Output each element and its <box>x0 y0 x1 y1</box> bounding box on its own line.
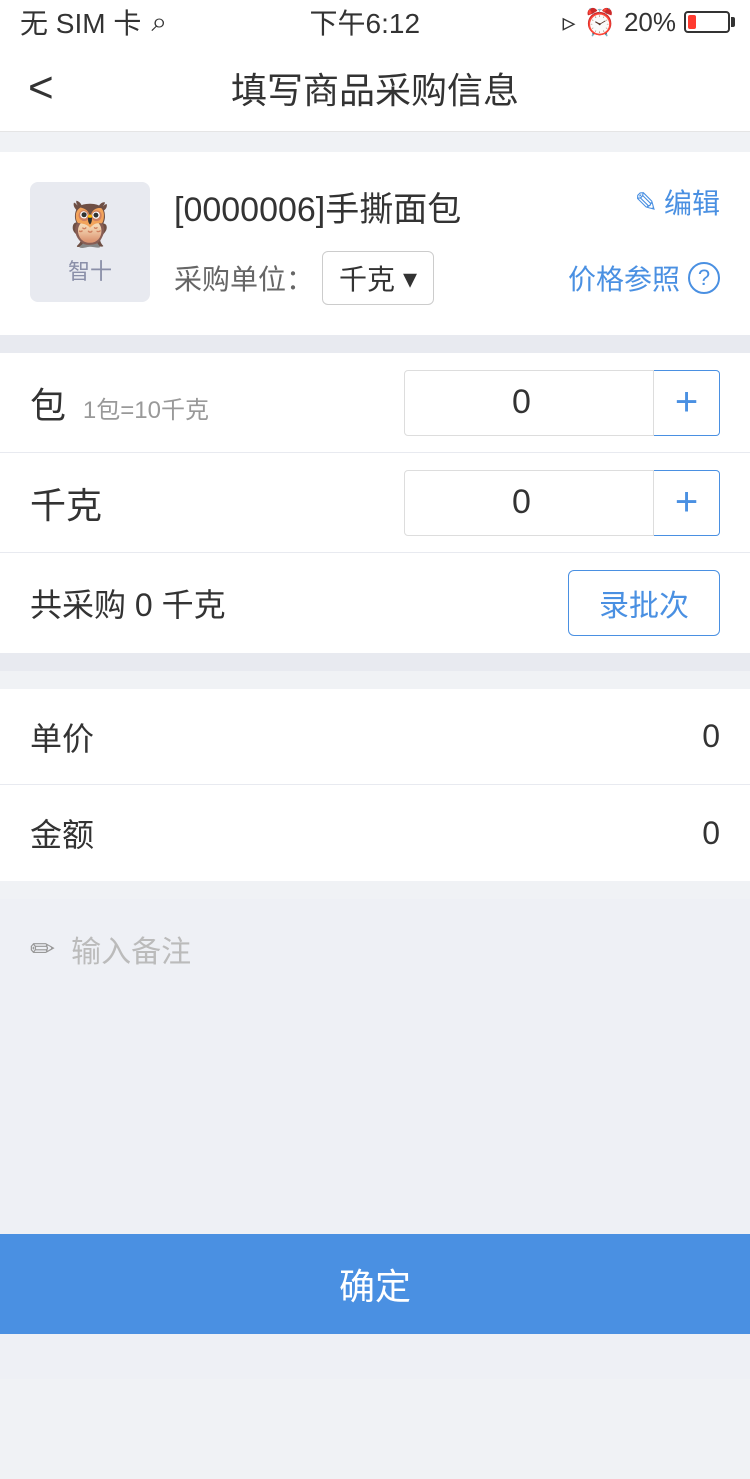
note-placeholder: 输入备注 <box>71 927 191 971</box>
pencil-icon: ✏ <box>30 932 55 967</box>
confirm-label: 确定 <box>339 1258 411 1310</box>
summary-text: 共采购 0 千克 <box>30 580 226 626</box>
unit-price-label: 单价 <box>30 714 94 760</box>
status-time: 下午6:12 <box>310 2 421 42</box>
summary-row: 共采购 0 千克 录批次 <box>0 553 750 653</box>
kg-label: 千克 <box>30 485 102 526</box>
product-info: [0000006]手撕面包 ✎ 编辑 采购单位： 千克 ▾ 价格参照 ? <box>174 182 720 305</box>
bao-sub-label: 1包=10千克 <box>83 397 209 424</box>
status-bar: 无 SIM 卡 ⌕ 下午6:12 ▹ ⏰ 20% <box>0 0 750 44</box>
kg-label-group: 千克 <box>30 477 102 529</box>
battery-percent: 20% <box>624 7 676 38</box>
bao-input-row: 包 1包=10千克 + <box>0 353 750 453</box>
amount-row: 金额 0 <box>0 785 750 881</box>
unit-price-row: 单价 0 <box>0 689 750 785</box>
input-section: 包 1包=10千克 + 千克 + <box>0 353 750 553</box>
product-logo-text: 智十 <box>68 254 112 286</box>
bao-input[interactable] <box>404 370 654 436</box>
location-icon: ▹ <box>563 7 576 38</box>
section-divider-2 <box>0 653 750 671</box>
amount-value: 0 <box>702 815 720 852</box>
bao-input-right: + <box>404 370 720 436</box>
price-ref-label: 价格参照 <box>568 258 680 298</box>
section-divider-1 <box>0 335 750 353</box>
confirm-button[interactable]: 确定 <box>0 1234 750 1334</box>
sim-status: 无 SIM 卡 <box>20 2 141 42</box>
bao-label: 包 <box>30 385 66 426</box>
edit-label: 编辑 <box>664 182 720 222</box>
unit-price-value: 0 <box>702 718 720 755</box>
bao-plus-button[interactable]: + <box>654 370 720 436</box>
product-thumbnail: 🦉 智十 <box>30 182 150 302</box>
edit-button[interactable]: ✎ 编辑 <box>635 182 720 222</box>
price-reference-button[interactable]: 价格参照 ? <box>568 258 720 298</box>
product-logo: 🦉 <box>63 198 118 250</box>
unit-value: 千克 <box>339 258 395 298</box>
chevron-down-icon: ▾ <box>403 262 417 295</box>
edit-icon: ✎ <box>635 186 658 219</box>
wifi-icon: ⌕ <box>151 6 167 39</box>
kg-plus-button[interactable]: + <box>654 470 720 536</box>
nav-bar: < 填写商品采购信息 <box>0 44 750 132</box>
help-icon: ? <box>688 262 720 294</box>
bao-label-group: 包 1包=10千克 <box>30 377 209 429</box>
alarm-icon: ⏰ <box>584 7 616 38</box>
product-name: [0000006]手撕面包 <box>174 182 635 231</box>
unit-select[interactable]: 千克 ▾ <box>322 251 434 305</box>
status-left: 无 SIM 卡 ⌕ <box>20 2 167 42</box>
battery-icon <box>684 11 730 33</box>
amount-label: 金额 <box>30 810 94 856</box>
batch-button[interactable]: 录批次 <box>568 570 720 636</box>
kg-input[interactable] <box>404 470 654 536</box>
kg-input-right: + <box>404 470 720 536</box>
price-section: 单价 0 金额 0 <box>0 689 750 881</box>
status-right: ▹ ⏰ 20% <box>563 7 730 38</box>
product-card: 🦉 智十 [0000006]手撕面包 ✎ 编辑 采购单位： 千克 ▾ <box>0 152 750 335</box>
note-section[interactable]: ✏ 输入备注 <box>0 899 750 999</box>
page-title: 填写商品采购信息 <box>231 62 519 114</box>
unit-label: 采购单位： <box>174 258 314 298</box>
kg-input-row: 千克 + <box>0 453 750 553</box>
back-button[interactable]: < <box>28 63 54 113</box>
